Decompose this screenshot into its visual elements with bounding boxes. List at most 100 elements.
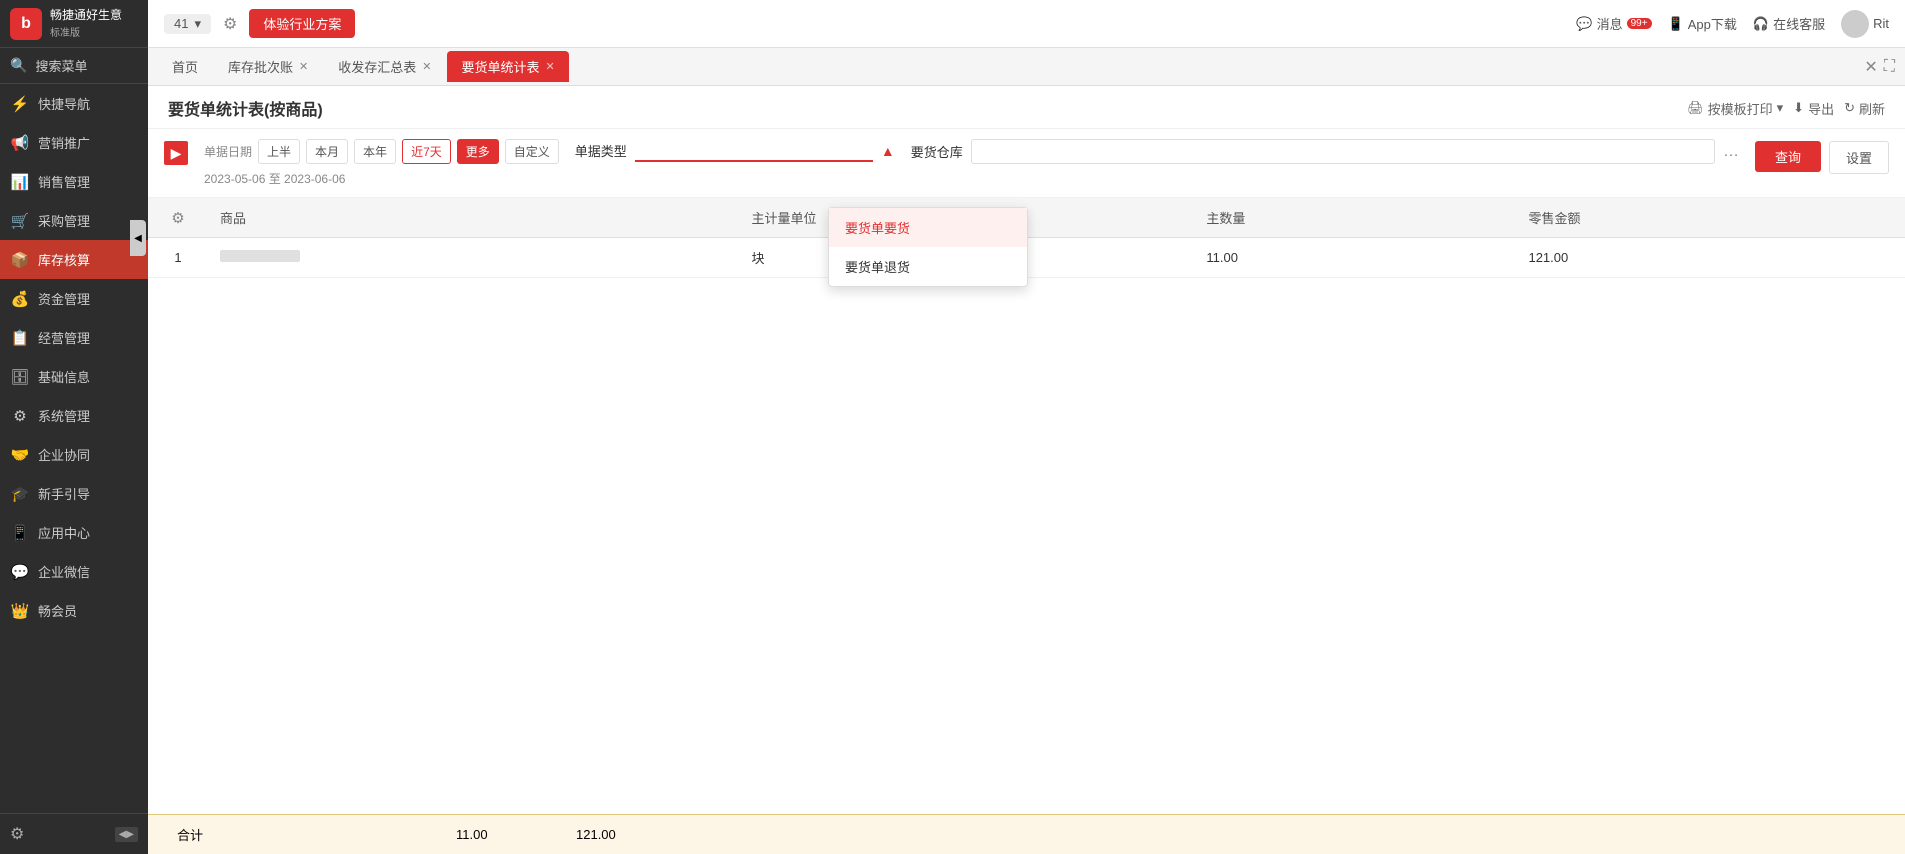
type-filter-arrow-icon[interactable]: ▲ xyxy=(881,143,895,159)
print-chevron-icon: ▾ xyxy=(1777,100,1784,116)
phone-icon: 📱 xyxy=(1668,16,1684,32)
cell-amount-0: 121.00 xyxy=(1516,238,1905,278)
user-avatar-area[interactable]: Rit xyxy=(1841,10,1889,38)
tab-count-chevron[interactable]: ▾ xyxy=(194,16,201,32)
sidebar-item-finance[interactable]: 💰资金管理 xyxy=(0,279,148,318)
topbar-settings-icon[interactable]: ⚙ xyxy=(223,14,237,34)
warehouse-filter-label: 要货仓库 xyxy=(911,142,963,161)
cell-qty-0: 11.00 xyxy=(1194,238,1516,278)
cell-goods-0 xyxy=(208,238,740,278)
filter-bar: ▶ 单据日期 上半 本月 本年 近7天 更多 自定义 2023-05-06 至 … xyxy=(148,129,1905,198)
tab-count-value: 41 xyxy=(174,16,188,31)
sidebar-icon-enterprise: 🤝 xyxy=(10,446,30,464)
sidebar-item-quick-nav[interactable]: ⚡ 快捷导航 xyxy=(0,84,148,123)
col-settings-icon[interactable]: ⚙ xyxy=(171,210,184,227)
online-service-button[interactable]: 🎧 在线客服 xyxy=(1753,14,1825,33)
warehouse-filter-input[interactable] xyxy=(971,139,1715,164)
sidebar-icon-sales: 📊 xyxy=(10,173,30,191)
tab-close-order-stats[interactable]: ✕ xyxy=(546,60,555,73)
table-footer: 合计 11.00 121.00 xyxy=(148,814,1905,854)
tabs-maximize-icon[interactable]: ⛶ xyxy=(1884,58,1895,76)
sidebar-item-sales[interactable]: 📊销售管理 xyxy=(0,162,148,201)
promo-button[interactable]: 体验行业方案 xyxy=(249,9,355,38)
sidebar-item-operations[interactable]: 📋经营管理 xyxy=(0,318,148,357)
sidebar-label-member: 畅会员 xyxy=(38,601,77,620)
sidebar-collapse-button[interactable]: ◀ xyxy=(130,220,146,256)
type-dropdown: 要货单要货 要货单退货 xyxy=(828,207,1028,287)
topbar: 41 ▾ ⚙ 体验行业方案 💬 消息 99+ 📱 App下载 🎧 在线客服 xyxy=(148,0,1905,48)
sidebar-item-apps[interactable]: 📱应用中心 xyxy=(0,513,148,552)
tab-close-batch-account[interactable]: ✕ xyxy=(299,60,308,73)
refresh-button[interactable]: ↻ 刷新 xyxy=(1844,99,1885,118)
tab-receivable-summary[interactable]: 收发存汇总表✕ xyxy=(324,51,445,82)
date-filter-label: 单据日期 xyxy=(204,143,252,160)
sidebar-label-quick-nav: 快捷导航 xyxy=(38,94,90,113)
sidebar-item-inventory[interactable]: 📦 库存核算 xyxy=(0,240,148,279)
last-half-button[interactable]: 上半 xyxy=(258,139,300,164)
app-download-button[interactable]: 📱 App下载 xyxy=(1668,14,1737,33)
tab-home[interactable]: 首页 xyxy=(158,51,212,82)
sidebar-icon-wechat: 💬 xyxy=(10,563,30,581)
page-header-actions: 🖨 按模板打印 ▾ ⬇ 导出 ↻ 刷新 xyxy=(1687,99,1885,118)
filter-settings-button[interactable]: 设置 xyxy=(1829,141,1889,174)
tab-close-receivable-summary[interactable]: ✕ xyxy=(422,60,431,73)
query-button[interactable]: 查询 xyxy=(1755,141,1821,172)
search-icon: 🔍 xyxy=(10,57,27,74)
dropdown-item-requisition[interactable]: 要货单要货 xyxy=(829,208,1027,247)
tabs-close-all-icon[interactable]: ✕ xyxy=(1864,57,1877,77)
sidebar-scroll-btn[interactable]: ◀▶ xyxy=(115,827,138,842)
footer-label: 合计 xyxy=(160,825,220,844)
sidebar-search[interactable]: 🔍 搜索菜单 xyxy=(0,48,148,84)
warehouse-filter-group: 要货仓库 … xyxy=(911,139,1739,164)
dropdown-item-return[interactable]: 要货单退货 xyxy=(829,247,1027,286)
sidebar-item-marketing[interactable]: 📢营销推广 xyxy=(0,123,148,162)
sidebar-item-wechat[interactable]: 💬企业微信 xyxy=(0,552,148,591)
sidebar-search-label: 搜索菜单 xyxy=(35,56,87,75)
sidebar-icon-quick-nav: ⚡ xyxy=(10,95,30,113)
sidebar-icon-inventory: 📦 xyxy=(10,251,30,269)
sidebar-item-enterprise[interactable]: 🤝企业协同 xyxy=(0,435,148,474)
messages-badge: 99+ xyxy=(1627,18,1652,29)
tab-order-stats[interactable]: 要货单统计表 ✕ xyxy=(447,51,568,82)
custom-date-button[interactable]: 自定义 xyxy=(505,139,559,164)
type-filter-input[interactable] xyxy=(635,139,873,162)
sidebar-label-inventory: 库存核算 xyxy=(38,250,90,269)
col-amount: 零售金额 xyxy=(1516,198,1905,238)
page-content: 要货单统计表(按商品) 🖨 按模板打印 ▾ ⬇ 导出 ↻ 刷新 ▶ xyxy=(148,86,1905,854)
main-area: 41 ▾ ⚙ 体验行业方案 💬 消息 99+ 📱 App下载 🎧 在线客服 xyxy=(148,0,1905,854)
page-title: 要货单统计表(按商品) xyxy=(168,96,323,120)
sidebar-item-member[interactable]: 👑畅会员 xyxy=(0,591,148,630)
filter-expand-button[interactable]: ▶ xyxy=(164,141,188,165)
this-month-button[interactable]: 本月 xyxy=(306,139,348,164)
tab-batch-account[interactable]: 库存批次账✕ xyxy=(214,51,322,82)
sidebar-icon-purchase: 🛒 xyxy=(10,212,30,230)
sidebar-label-operations: 经营管理 xyxy=(38,328,90,347)
tab-count-display[interactable]: 41 ▾ xyxy=(164,14,211,34)
sidebar-item-base[interactable]: 🗄基础信息 xyxy=(0,357,148,396)
export-button[interactable]: ⬇ 导出 xyxy=(1793,99,1834,118)
export-icon: ⬇ xyxy=(1793,100,1804,116)
sidebar-item-system[interactable]: ⚙系统管理 xyxy=(0,396,148,435)
more-dates-button[interactable]: 更多 xyxy=(457,139,499,164)
tabs-bar: 首页库存批次账✕收发存汇总表✕ 要货单统计表 ✕ ✕ ⛶ xyxy=(148,48,1905,86)
tab-label-order-stats: 要货单统计表 xyxy=(461,57,539,76)
warehouse-more-icon[interactable]: … xyxy=(1723,143,1739,161)
col-settings[interactable]: ⚙ xyxy=(148,198,208,238)
user-name: Rit xyxy=(1873,16,1889,31)
type-filter-label: 单据类型 xyxy=(575,141,627,160)
message-icon: 💬 xyxy=(1576,16,1592,32)
last-7-button[interactable]: 近7天 xyxy=(402,139,451,164)
date-filter-row: 单据日期 上半 本月 本年 近7天 更多 自定义 xyxy=(204,139,559,164)
sidebar-item-guide[interactable]: 🎓新手引导 xyxy=(0,474,148,513)
online-service-label: 在线客服 xyxy=(1773,14,1825,33)
sidebar-icon-marketing: 📢 xyxy=(10,134,30,152)
sidebar-icon-finance: 💰 xyxy=(10,290,30,308)
tab-label-home: 首页 xyxy=(172,57,198,76)
app-logo: b 畅捷通好生意 标准版 xyxy=(0,0,148,48)
sidebar-item-purchase[interactable]: 🛒采购管理 xyxy=(0,201,148,240)
this-year-button[interactable]: 本年 xyxy=(354,139,396,164)
settings-bottom-icon[interactable]: ⚙ xyxy=(10,824,24,844)
messages-button[interactable]: 💬 消息 99+ xyxy=(1576,14,1651,33)
print-template-button[interactable]: 🖨 按模板打印 ▾ xyxy=(1687,99,1783,118)
sidebar-label-guide: 新手引导 xyxy=(38,484,90,503)
